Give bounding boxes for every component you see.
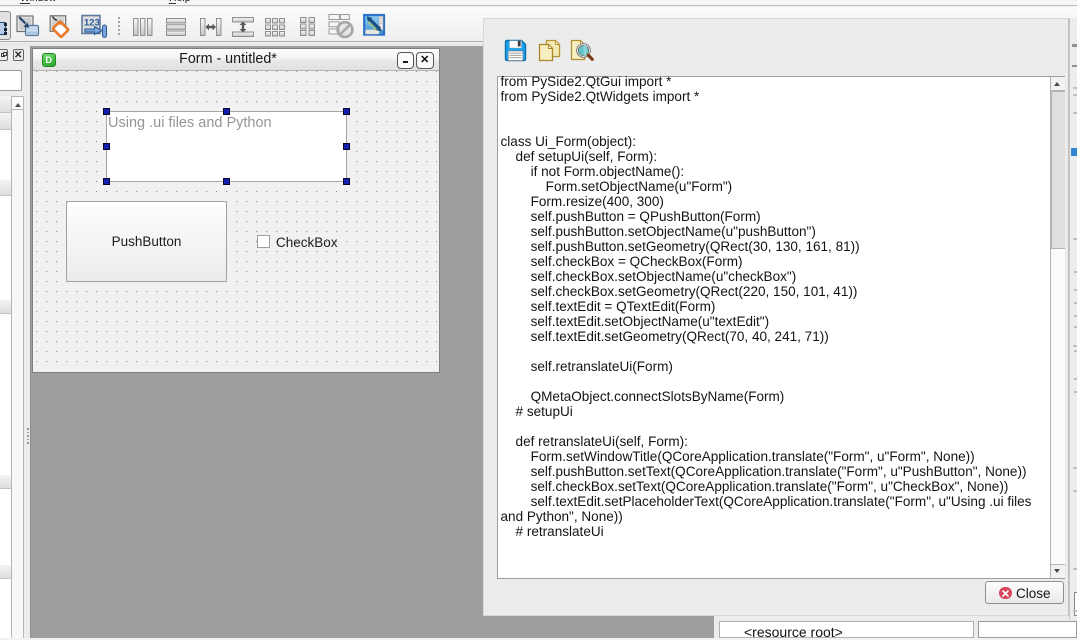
svg-text:123: 123 xyxy=(84,17,100,28)
